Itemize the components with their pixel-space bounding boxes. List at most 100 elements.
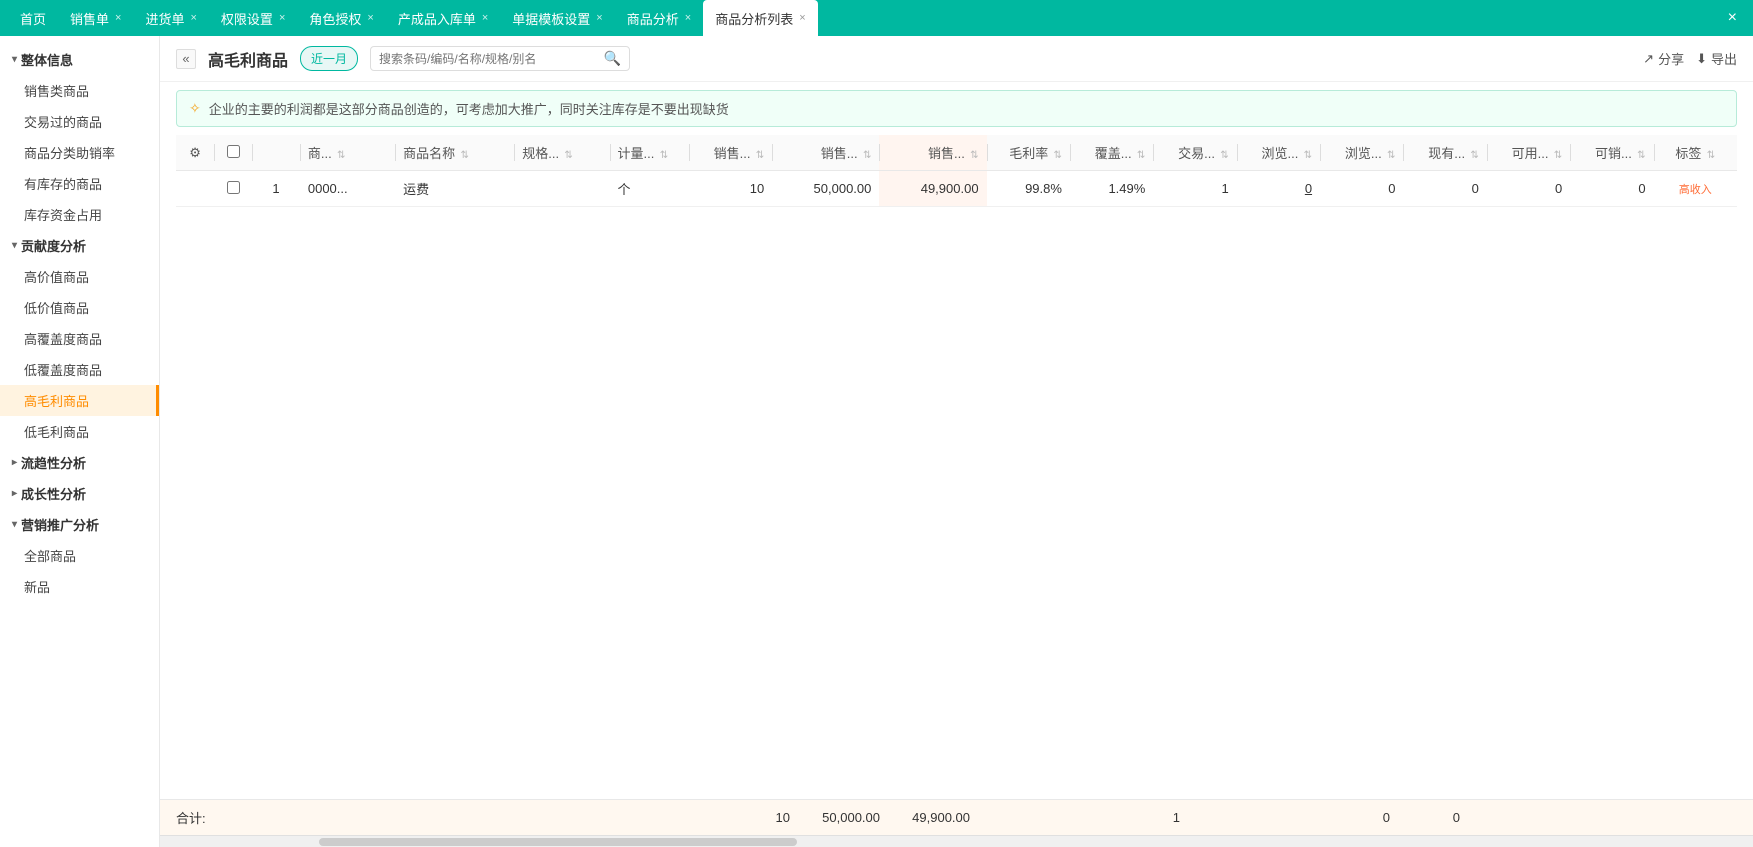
col-header-cover[interactable]: 覆盖... ⇅	[1070, 135, 1153, 171]
col-header-stock2[interactable]: 可用... ⇅	[1487, 135, 1570, 171]
sidebar: ▾ 整体信息 销售类商品 交易过的商品 商品分类助销率 有库存的商品 库存资金占…	[0, 36, 160, 847]
sort-icon-code: ⇅	[337, 150, 345, 161]
sidebar-item-traded-goods[interactable]: 交易过的商品	[0, 106, 159, 137]
sidebar-item-new-goods[interactable]: 新品	[0, 571, 159, 602]
info-banner: ✧ 企业的主要的利润都是这部分商品创造的，可考虑加大推广，同时关注库存是不要出现…	[176, 90, 1737, 127]
scrollbar-thumb[interactable]	[319, 838, 797, 846]
col-header-unit[interactable]: 计量... ⇅	[610, 135, 689, 171]
sidebar-item-in-stock-goods[interactable]: 有库存的商品	[0, 168, 159, 199]
footer-sale-qty: 10	[728, 810, 798, 825]
col-header-browse1[interactable]: 浏览... ⇅	[1237, 135, 1320, 171]
sort-icon-stock1: ⇅	[1470, 150, 1478, 161]
sort-icon-stock3: ⇅	[1637, 150, 1645, 161]
col-header-spec[interactable]: 规格... ⇅	[514, 135, 609, 171]
nav-tab-permission-close[interactable]: ×	[279, 12, 285, 24]
nav-tab-goods-analysis-list[interactable]: 商品分析列表 ×	[703, 0, 817, 36]
col-header-trade[interactable]: 交易... ⇅	[1153, 135, 1236, 171]
row-num: 1	[252, 171, 300, 207]
row-unit: 个	[610, 171, 689, 207]
search-input[interactable]	[379, 52, 600, 66]
row-code[interactable]: 0000...	[300, 171, 395, 207]
main-layout: ▾ 整体信息 销售类商品 交易过的商品 商品分类助销率 有库存的商品 库存资金占…	[0, 36, 1753, 847]
sidebar-item-category-rate[interactable]: 商品分类助销率	[0, 137, 159, 168]
content-header: « 高毛利商品 近一月 🔍 ↗ 分享 ⬇ 导出	[160, 36, 1753, 82]
footer-sale-amt1: 50,000.00	[798, 810, 888, 825]
sidebar-item-all-goods[interactable]: 全部商品	[0, 540, 159, 571]
content-area: « 高毛利商品 近一月 🔍 ↗ 分享 ⬇ 导出 ✧ 企业的主要	[160, 36, 1753, 847]
top-nav: 首页 销售单 × 进货单 × 权限设置 × 角色授权 × 产成品入库单 × 单据…	[0, 0, 1753, 36]
col-header-check[interactable]	[214, 135, 252, 171]
sort-icon-browse2: ⇅	[1387, 150, 1395, 161]
sort-icon-trade: ⇅	[1220, 150, 1228, 161]
sort-icon-unit: ⇅	[660, 150, 668, 161]
table-container[interactable]: ⚙ 商... ⇅ 商品名称 ⇅	[160, 135, 1753, 799]
sidebar-group-contribution[interactable]: ▾ 贡献度分析	[0, 230, 159, 261]
nav-tab-template-label: 单据模板设置	[512, 9, 590, 28]
export-icon: ⬇	[1696, 51, 1707, 67]
col-header-name[interactable]: 商品名称 ⇅	[395, 135, 514, 171]
nav-tab-purchase-close[interactable]: ×	[190, 12, 196, 24]
filter-month-button[interactable]: 近一月	[300, 46, 358, 71]
horizontal-scrollbar[interactable]	[160, 835, 1753, 847]
row-browse1[interactable]: 0	[1237, 171, 1320, 207]
col-header-stock1[interactable]: 现有... ⇅	[1403, 135, 1486, 171]
sidebar-item-stock-capital[interactable]: 库存资金占用	[0, 199, 159, 230]
share-button[interactable]: ↗ 分享	[1643, 49, 1684, 68]
col-header-browse2[interactable]: 浏览... ⇅	[1320, 135, 1403, 171]
sidebar-item-high-margin[interactable]: 高毛利商品	[0, 385, 159, 416]
nav-tab-template-close[interactable]: ×	[596, 12, 602, 24]
arrow-down-icon-3: ▾	[12, 519, 17, 530]
nav-tab-purchase[interactable]: 进货单 ×	[133, 0, 208, 36]
nav-tab-home[interactable]: 首页	[8, 0, 58, 36]
sidebar-item-low-value[interactable]: 低价值商品	[0, 292, 159, 323]
nav-tab-role[interactable]: 角色授权 ×	[297, 0, 385, 36]
nav-tab-role-close[interactable]: ×	[367, 12, 373, 24]
sidebar-collapse-button[interactable]: «	[176, 49, 196, 69]
col-header-sale-amt2[interactable]: 销售... ⇅	[879, 135, 986, 171]
sidebar-group-trend[interactable]: ▸ 流趋性分析	[0, 447, 159, 478]
sidebar-item-high-coverage[interactable]: 高覆盖度商品	[0, 323, 159, 354]
nav-tab-purchase-label: 进货单	[145, 9, 184, 28]
col-header-tag[interactable]: 标签 ⇅	[1654, 135, 1737, 171]
nav-tab-sales[interactable]: 销售单 ×	[58, 0, 133, 36]
sort-icon-name: ⇅	[461, 150, 469, 161]
row-sale-amt2: 49,900.00	[879, 171, 986, 207]
nav-tab-template[interactable]: 单据模板设置 ×	[500, 0, 614, 36]
col-header-code[interactable]: 商... ⇅	[300, 135, 395, 171]
sidebar-item-low-coverage[interactable]: 低覆盖度商品	[0, 354, 159, 385]
row-checkbox[interactable]	[227, 181, 240, 194]
share-icon: ↗	[1643, 51, 1654, 67]
export-label: 导出	[1711, 49, 1737, 68]
col-header-settings[interactable]: ⚙	[176, 135, 214, 171]
search-icon[interactable]: 🔍	[604, 50, 621, 67]
sidebar-item-high-value[interactable]: 高价值商品	[0, 261, 159, 292]
sidebar-group-growth[interactable]: ▸ 成长性分析	[0, 478, 159, 509]
row-checkbox-cell[interactable]	[214, 171, 252, 207]
sidebar-item-low-margin[interactable]: 低毛利商品	[0, 416, 159, 447]
sidebar-group-growth-label: 成长性分析	[21, 484, 86, 503]
nav-tab-product-warehouse[interactable]: 产成品入库单 ×	[386, 0, 500, 36]
footer-stock2: 0	[1398, 810, 1468, 825]
col-header-sale-amt1[interactable]: 销售... ⇅	[772, 135, 879, 171]
sidebar-group-contribution-label: 贡献度分析	[21, 236, 86, 255]
sidebar-group-marketing[interactable]: ▾ 营销推广分析	[0, 509, 159, 540]
footer-total: 合计: 10 50,000.00 49,900.00 1 0 0	[160, 799, 1753, 835]
col-header-stock3[interactable]: 可销... ⇅	[1570, 135, 1653, 171]
nav-tab-goods-analysis-close[interactable]: ×	[685, 12, 691, 24]
nav-tab-permission-label: 权限设置	[221, 9, 273, 28]
select-all-checkbox[interactable]	[227, 145, 240, 158]
sidebar-group-overview[interactable]: ▾ 整体信息	[0, 44, 159, 75]
nav-tab-goods-analysis-list-close[interactable]: ×	[799, 12, 805, 24]
app-close-button[interactable]: ×	[1720, 9, 1745, 27]
row-stock2: 0	[1487, 171, 1570, 207]
col-header-sale-qty[interactable]: 销售... ⇅	[689, 135, 772, 171]
export-button[interactable]: ⬇ 导出	[1696, 49, 1737, 68]
col-header-margin[interactable]: 毛利率 ⇅	[987, 135, 1070, 171]
sort-icon-cover: ⇅	[1137, 150, 1145, 161]
row-name[interactable]: 运费	[395, 171, 514, 207]
nav-tab-goods-analysis[interactable]: 商品分析 ×	[615, 0, 703, 36]
sidebar-item-sales-goods[interactable]: 销售类商品	[0, 75, 159, 106]
nav-tab-sales-close[interactable]: ×	[115, 12, 121, 24]
nav-tab-permission[interactable]: 权限设置 ×	[209, 0, 297, 36]
nav-tab-product-warehouse-close[interactable]: ×	[482, 12, 488, 24]
